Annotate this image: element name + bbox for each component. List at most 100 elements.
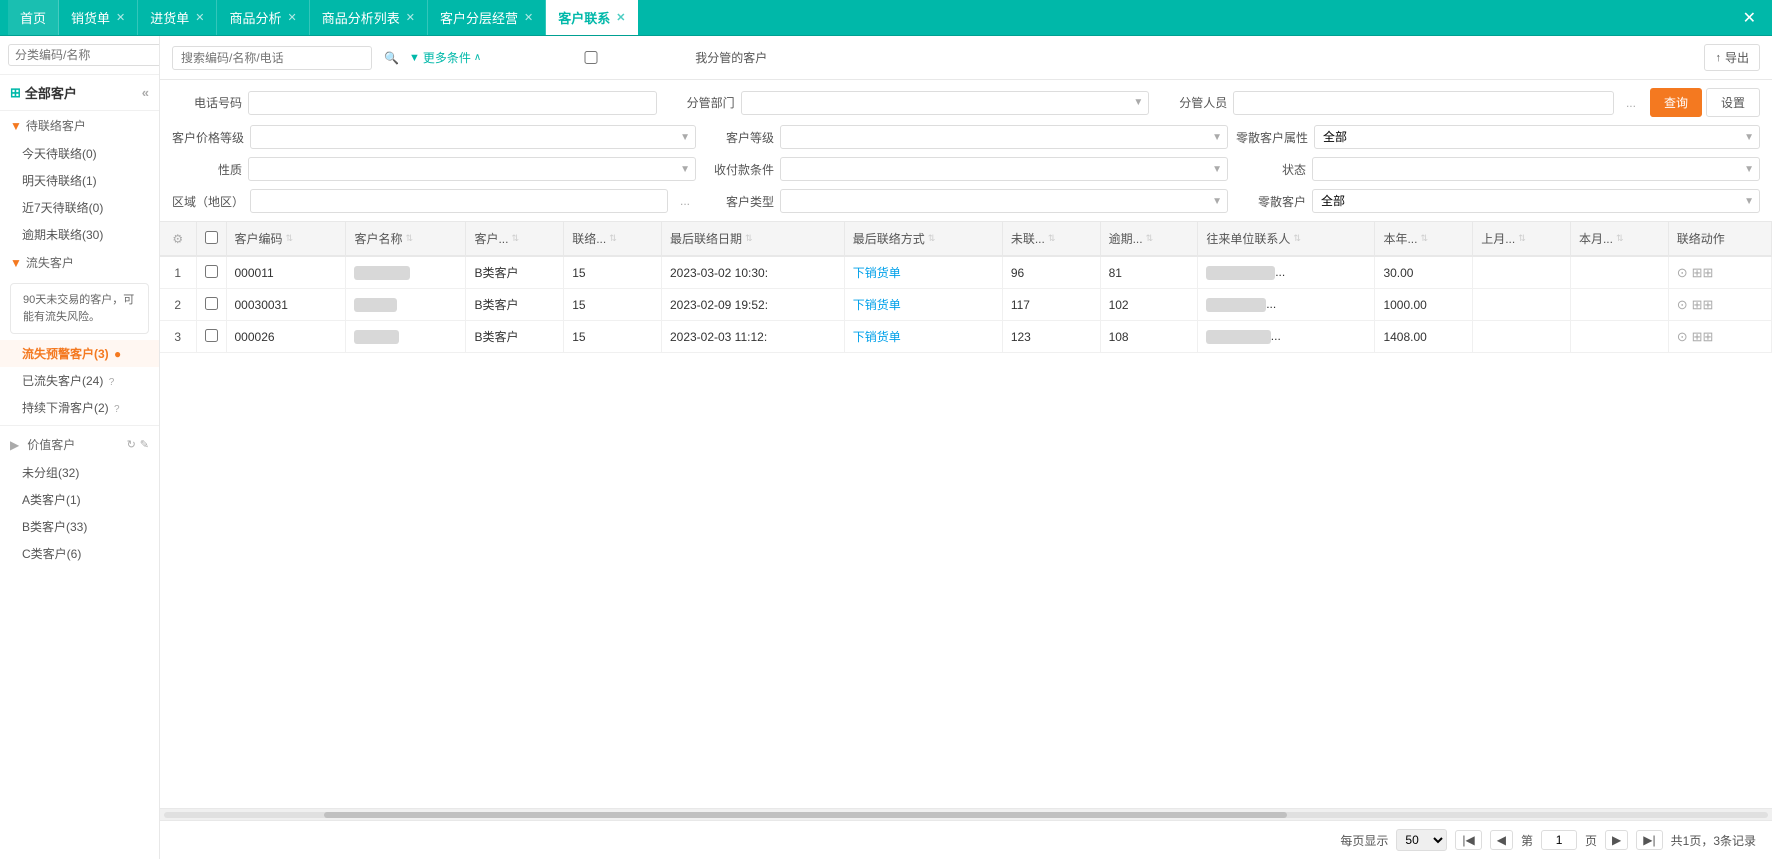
sidebar-group-churning[interactable]: ▼ 流失客户 <box>0 248 159 277</box>
price-grade-select[interactable] <box>250 125 696 149</box>
col-this-month[interactable]: 本月... ⇅ <box>1570 222 1668 256</box>
sidebar-item-overdue-contact[interactable]: 逾期未联络(30) <box>0 221 159 248</box>
sidebar-search-input[interactable] <box>8 44 160 66</box>
cell-last-method[interactable]: 下销货单 <box>844 321 1002 353</box>
sidebar-item-class-b[interactable]: B类客户(33) <box>0 513 159 540</box>
tab-bar: 首页 销货单 ✕ 进货单 ✕ 商品分析 ✕ 商品分析列表 ✕ 客户分层经营 ✕ … <box>0 0 1772 36</box>
price-grade-wrapper: ▼ <box>250 125 696 149</box>
sidebar-item-class-c[interactable]: C类客户(6) <box>0 540 159 567</box>
scrollbar-thumb[interactable] <box>324 812 1286 818</box>
col-name[interactable]: 客户名称 ⇅ <box>346 222 466 256</box>
refresh-icon[interactable]: ↻ <box>127 438 136 451</box>
gear-icon[interactable]: ⚙ <box>172 232 183 246</box>
col-overdue[interactable]: 逾期... ⇅ <box>1100 222 1198 256</box>
phone-input[interactable] <box>248 91 657 115</box>
cell-last-month <box>1473 321 1571 353</box>
col-type[interactable]: 客户... ⇅ <box>466 222 564 256</box>
page-number-input[interactable] <box>1541 830 1577 850</box>
sidebar-item-today-contact[interactable]: 今天待联络(0) <box>0 140 159 167</box>
settings-button[interactable]: 设置 <box>1706 88 1760 117</box>
first-page-btn[interactable]: |◀ <box>1455 830 1481 850</box>
person-input[interactable] <box>1233 91 1614 115</box>
sidebar-group-value[interactable]: ▶ 价值客户 ↻ ✎ <box>0 430 159 459</box>
row-checkbox[interactable] <box>205 329 218 342</box>
collapse-icon[interactable]: « <box>142 85 149 100</box>
cell-no-contact: 123 <box>1002 321 1100 353</box>
horizontal-scrollbar[interactable] <box>160 808 1772 820</box>
status-select[interactable] <box>1312 157 1760 181</box>
sidebar-item-already-churned[interactable]: 已流失客户(24) ? <box>0 367 159 394</box>
cust-grade-select[interactable] <box>780 125 1228 149</box>
region-input[interactable] <box>250 189 668 213</box>
sidebar-item-7days-contact[interactable]: 近7天待联络(0) <box>0 194 159 221</box>
contact-icon[interactable]: ⊙ <box>1677 265 1688 281</box>
per-page-select[interactable]: 50 10 20 100 <box>1396 829 1447 851</box>
contact-icon[interactable]: ⊙ <box>1677 297 1688 313</box>
col-partner-contact[interactable]: 往来单位联系人 ⇅ <box>1198 222 1375 256</box>
last-page-btn[interactable]: ▶| <box>1636 830 1662 850</box>
cell-last-method[interactable]: 下销货单 <box>844 256 1002 289</box>
zero-retail-select[interactable]: 全部 <box>1312 189 1760 213</box>
cust-type-select[interactable] <box>780 189 1228 213</box>
payment-select[interactable] <box>780 157 1228 181</box>
tab-customer-contact[interactable]: 客户联系 ✕ <box>546 0 638 35</box>
gender-select[interactable] <box>248 157 696 181</box>
search-input[interactable] <box>172 46 372 70</box>
window-close-button[interactable]: ✕ <box>1735 4 1764 32</box>
more-actions-icon[interactable]: ⊞⊞ <box>1692 329 1714 345</box>
query-button[interactable]: 查询 <box>1650 88 1702 117</box>
sidebar-item-class-a[interactable]: A类客户(1) <box>0 486 159 513</box>
sidebar-item-churn-warning[interactable]: 流失预警客户(3) ● <box>0 340 159 367</box>
col-last-month[interactable]: 上月... ⇅ <box>1473 222 1571 256</box>
region-more-btn[interactable]: ... <box>674 192 696 210</box>
close-icon[interactable]: ✕ <box>116 11 125 24</box>
close-icon[interactable]: ✕ <box>288 11 297 24</box>
sort-icon: ⇅ <box>286 233 294 244</box>
export-button[interactable]: ↑ 导出 <box>1704 44 1760 71</box>
sidebar-item-ungrouped[interactable]: 未分组(32) <box>0 459 159 486</box>
search-button[interactable]: 🔍 <box>384 51 399 65</box>
my-customers-checkbox[interactable] <box>491 51 691 64</box>
cell-last-method[interactable]: 下销货单 <box>844 289 1002 321</box>
select-all-checkbox[interactable] <box>205 231 218 244</box>
all-customers-header[interactable]: ⊞ 全部客户 « <box>0 75 159 111</box>
tab-customer-segment[interactable]: 客户分层经营 ✕ <box>428 0 546 35</box>
next-page-btn[interactable]: ▶ <box>1605 830 1628 850</box>
close-icon[interactable]: ✕ <box>406 11 415 24</box>
more-btn[interactable]: ... <box>1620 94 1642 112</box>
col-contact-count[interactable]: 联络... ⇅ <box>564 222 662 256</box>
tab-goods-analysis[interactable]: 商品分析 ✕ <box>217 0 309 35</box>
content-area: 🔍 ▼ 更多条件 ∧ 我分管的客户 ↑ 导出 电话号码 <box>160 36 1772 859</box>
more-actions-icon[interactable]: ⊞⊞ <box>1692 297 1714 313</box>
row-checkbox[interactable] <box>205 265 218 278</box>
cell-actions: ⊙ ⊞⊞ <box>1668 289 1771 321</box>
col-last-method[interactable]: 最后联络方式 ⇅ <box>844 222 1002 256</box>
status-wrapper: ▼ <box>1312 157 1760 181</box>
zero-retail-attr-select[interactable]: 全部 <box>1314 125 1760 149</box>
edit-icon[interactable]: ✎ <box>140 438 149 451</box>
col-code[interactable]: 客户编码 ⇅ <box>226 222 346 256</box>
more-actions-icon[interactable]: ⊞⊞ <box>1692 265 1714 281</box>
tab-purchase[interactable]: 进货单 ✕ <box>138 0 217 35</box>
col-no-contact[interactable]: 未联... ⇅ <box>1002 222 1100 256</box>
close-icon[interactable]: ✕ <box>195 11 204 24</box>
col-last-date[interactable]: 最后联络日期 ⇅ <box>661 222 844 256</box>
contact-icon[interactable]: ⊙ <box>1677 329 1688 345</box>
tab-sales[interactable]: 销货单 ✕ <box>59 0 138 35</box>
col-settings[interactable]: ⚙ <box>160 222 196 256</box>
sidebar-item-tomorrow-contact[interactable]: 明天待联络(1) <box>0 167 159 194</box>
my-customers-checkbox-label[interactable]: 我分管的客户 <box>491 49 767 66</box>
more-conditions-btn[interactable]: ▼ 更多条件 ∧ <box>409 49 481 66</box>
prev-page-btn[interactable]: ◀ <box>1490 830 1513 850</box>
row-checkbox[interactable] <box>205 297 218 310</box>
tab-goods-analysis-list[interactable]: 商品分析列表 ✕ <box>310 0 428 35</box>
arrow-icon: ▶ <box>10 438 19 452</box>
close-icon[interactable]: ✕ <box>616 11 625 24</box>
close-icon[interactable]: ✕ <box>524 11 533 24</box>
sidebar-item-declining[interactable]: 持续下滑客户(2) ? <box>0 394 159 421</box>
col-this-year[interactable]: 本年... ⇅ <box>1375 222 1473 256</box>
tab-home[interactable]: 首页 <box>8 0 59 35</box>
zero-retail-label: 零散客户 <box>1236 193 1306 210</box>
dept-select[interactable] <box>741 91 1150 115</box>
sidebar-group-pending[interactable]: ▼ 待联络客户 <box>0 111 159 140</box>
